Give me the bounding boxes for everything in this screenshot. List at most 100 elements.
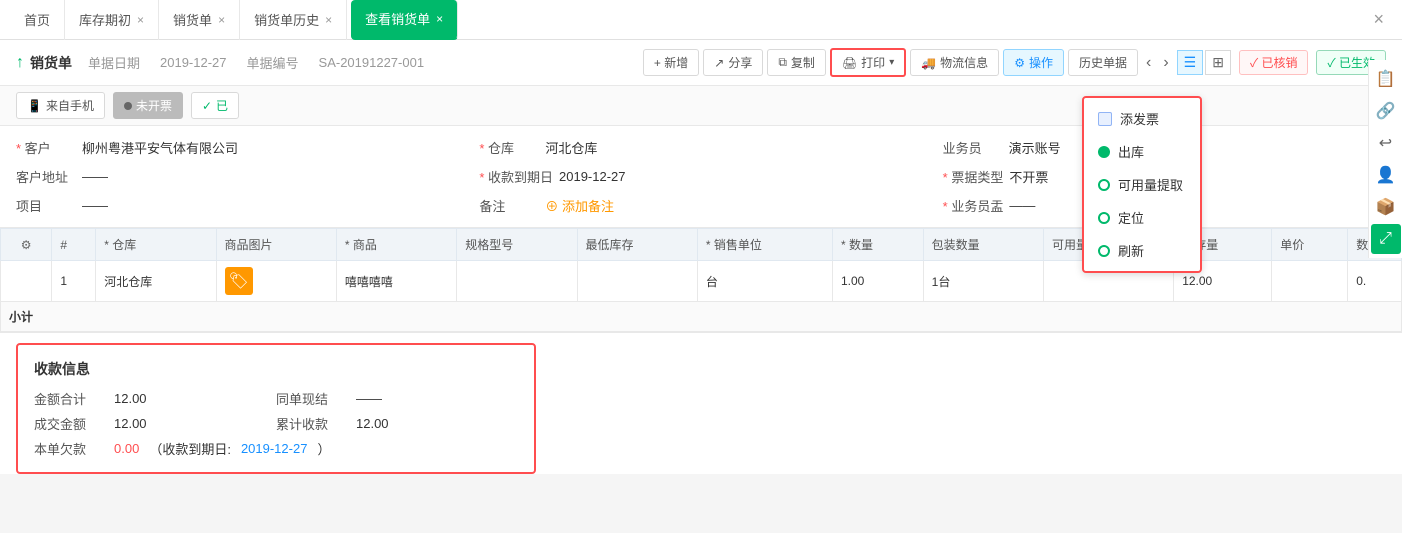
sidebar-icon-1[interactable]: 📋 [1371,64,1401,94]
add-note-btn[interactable]: ⊕ 添加备注 [545,196,614,215]
operation-button[interactable]: ⚙ 操作 [1003,49,1064,76]
tab-sales-history[interactable]: 销货单历史 × [240,0,347,40]
warehouse-value: 河北仓库 [545,138,597,157]
product-image: 🏷 [225,267,253,295]
address-row: 客户地址 —— [16,167,459,186]
due-note: （收款到期日: [149,439,231,458]
same-order-row: 同单现结 —— [276,389,518,408]
warehouse-row: 仓库 河北仓库 [479,138,922,157]
nav-next[interactable]: › [1159,54,1172,72]
payment-date-row: 收款到期日 2019-12-27 [479,167,922,186]
payment-info-section: 收款信息 金额合计 12.00 同单现结 —— 成交金额 12.00 累计收款 … [16,343,536,474]
cumulative-receipt-row: 累计收款 12.00 [276,414,518,433]
action-buttons: + 新增 ↗ 分享 ⧉ 复制 🖨 打印 ▾ 🚚 物流信息 [643,48,1231,77]
ticket-type-label: 票据类型 [943,167,1004,186]
sidebar-icon-3[interactable]: ↩ [1371,128,1401,158]
doc-date-label: 单据日期 [88,53,140,72]
address-value: —— [82,169,108,184]
row-spec [457,261,577,302]
print-icon: 🖨 [842,56,857,70]
col-product-img: 商品图片 [216,229,336,261]
current-due-row: 本单欠款 0.00 （收款到期日: 2019-12-27 ） [34,439,518,458]
sidebar-icon-expand[interactable]: ⤢ [1371,224,1401,254]
due-close-paren: ） [317,439,330,458]
row-no: 1 [52,261,96,302]
copy-button[interactable]: ⧉ 复制 [767,49,826,76]
tab-sales-order[interactable]: 销货单 × [159,0,240,40]
col-warehouse: * 仓库 [96,229,216,261]
nav-prev[interactable]: ‹ [1142,54,1155,72]
warehouse-label: 仓库 [479,138,539,157]
row-min-stock [577,261,697,302]
doc-meta: 单据日期 2019-12-27 单据编号 SA-20191227-001 [88,53,424,72]
col-qty: * 数量 [832,229,923,261]
tab-view-sales[interactable]: 查看销货单 × [351,0,458,40]
row-product-img: 🏷 [216,261,336,302]
doc-date-value: 2019-12-27 [160,55,227,70]
list-view-btn[interactable]: ☰ [1177,50,1204,75]
col-sales-unit: * 销售单位 [697,229,832,261]
col-unit-price: 单价 [1272,229,1348,261]
from-phone-btn[interactable]: 📱 来自手机 [16,92,105,119]
row-amount: 0. [1348,261,1402,302]
sidebar-icon-5[interactable]: 📦 [1371,192,1401,222]
print-button[interactable]: 🖨 打印 ▾ [830,48,906,77]
history-button[interactable]: 历史单据 [1068,49,1138,76]
dropdown-refresh[interactable]: 刷新 [1084,234,1200,267]
dropdown-add-invoice[interactable]: 添发票 [1084,102,1200,135]
add-invoice-label: 添发票 [1120,109,1159,128]
col-no: # [52,229,96,261]
tab-view-close[interactable]: × [436,12,443,26]
tab-inventory-init[interactable]: 库存期初 × [65,0,159,40]
tab-history-label: 销货单历史 [254,10,319,29]
new-button[interactable]: + 新增 [643,49,699,76]
operation-icon: ⚙ [1014,56,1025,70]
subtotal-row: 小计 [1,302,1402,332]
subtotal-label: 小计 [1,302,1402,332]
note-row: 备注 ⊕ 添加备注 [479,196,922,215]
grid-view-btn[interactable]: ⊞ [1205,50,1231,75]
confirm-btn[interactable]: ✓ 已 [191,92,239,119]
tab-inventory-close[interactable]: × [137,13,144,27]
view-switcher: ☰ ⊞ [1177,50,1231,75]
tab-home[interactable]: 首页 [10,0,65,40]
doc-number-label: 单据编号 [247,53,299,72]
sidebar-icon-2[interactable]: 🔗 [1371,96,1401,126]
ticket-type-value: 不开票 [1009,167,1048,186]
doc-type-icon: ↑ [16,54,24,72]
share-icon: ↗ [714,56,724,70]
outbound-icon [1098,146,1110,158]
share-button[interactable]: ↗ 分享 [703,49,763,76]
row-product: 嘻嘻嘻嘻 [336,261,456,302]
operation-dropdown: 添发票 出库 可用量提取 定位 刷新 [1082,96,1202,273]
salesperson-label: 业务员盂 [943,196,1004,215]
phone-icon: 📱 [27,99,42,113]
current-due-label: 本单欠款 [34,439,104,458]
tab-home-label: 首页 [24,10,50,29]
sidebar-icon-4[interactable]: 👤 [1371,160,1401,190]
row-sales-unit: 台 [697,261,832,302]
dropdown-outbound[interactable]: 出库 [1084,135,1200,168]
refresh-icon [1098,245,1110,257]
doc-number-value: SA-20191227-001 [319,55,425,70]
cancelled-status[interactable]: ✓ 已核销 [1239,50,1309,75]
refresh-label: 刷新 [1118,241,1144,260]
customer-label: 客户 [16,138,76,157]
same-order-label: 同单现结 [276,389,346,408]
tab-sales-close[interactable]: × [218,13,225,27]
salesperson-value: —— [1009,198,1035,213]
payment-grid: 金额合计 12.00 同单现结 —— 成交金额 12.00 累计收款 12.00… [34,389,518,458]
row-qty: 1.00 [832,261,923,302]
tab-history-close[interactable]: × [325,13,332,27]
window-close-button[interactable]: × [1365,9,1392,30]
dropdown-locate[interactable]: 定位 [1084,201,1200,234]
dropdown-available-qty[interactable]: 可用量提取 [1084,168,1200,201]
logistics-icon: 🚚 [921,56,936,70]
same-order-value: —— [356,391,382,406]
logistics-button[interactable]: 🚚 物流信息 [910,49,999,76]
col-spec: 规格型号 [457,229,577,261]
not-invoiced-btn[interactable]: 未开票 [113,92,183,119]
row-unit-price [1272,261,1348,302]
project-label: 项目 [16,196,76,215]
project-row: 项目 —— [16,196,459,215]
